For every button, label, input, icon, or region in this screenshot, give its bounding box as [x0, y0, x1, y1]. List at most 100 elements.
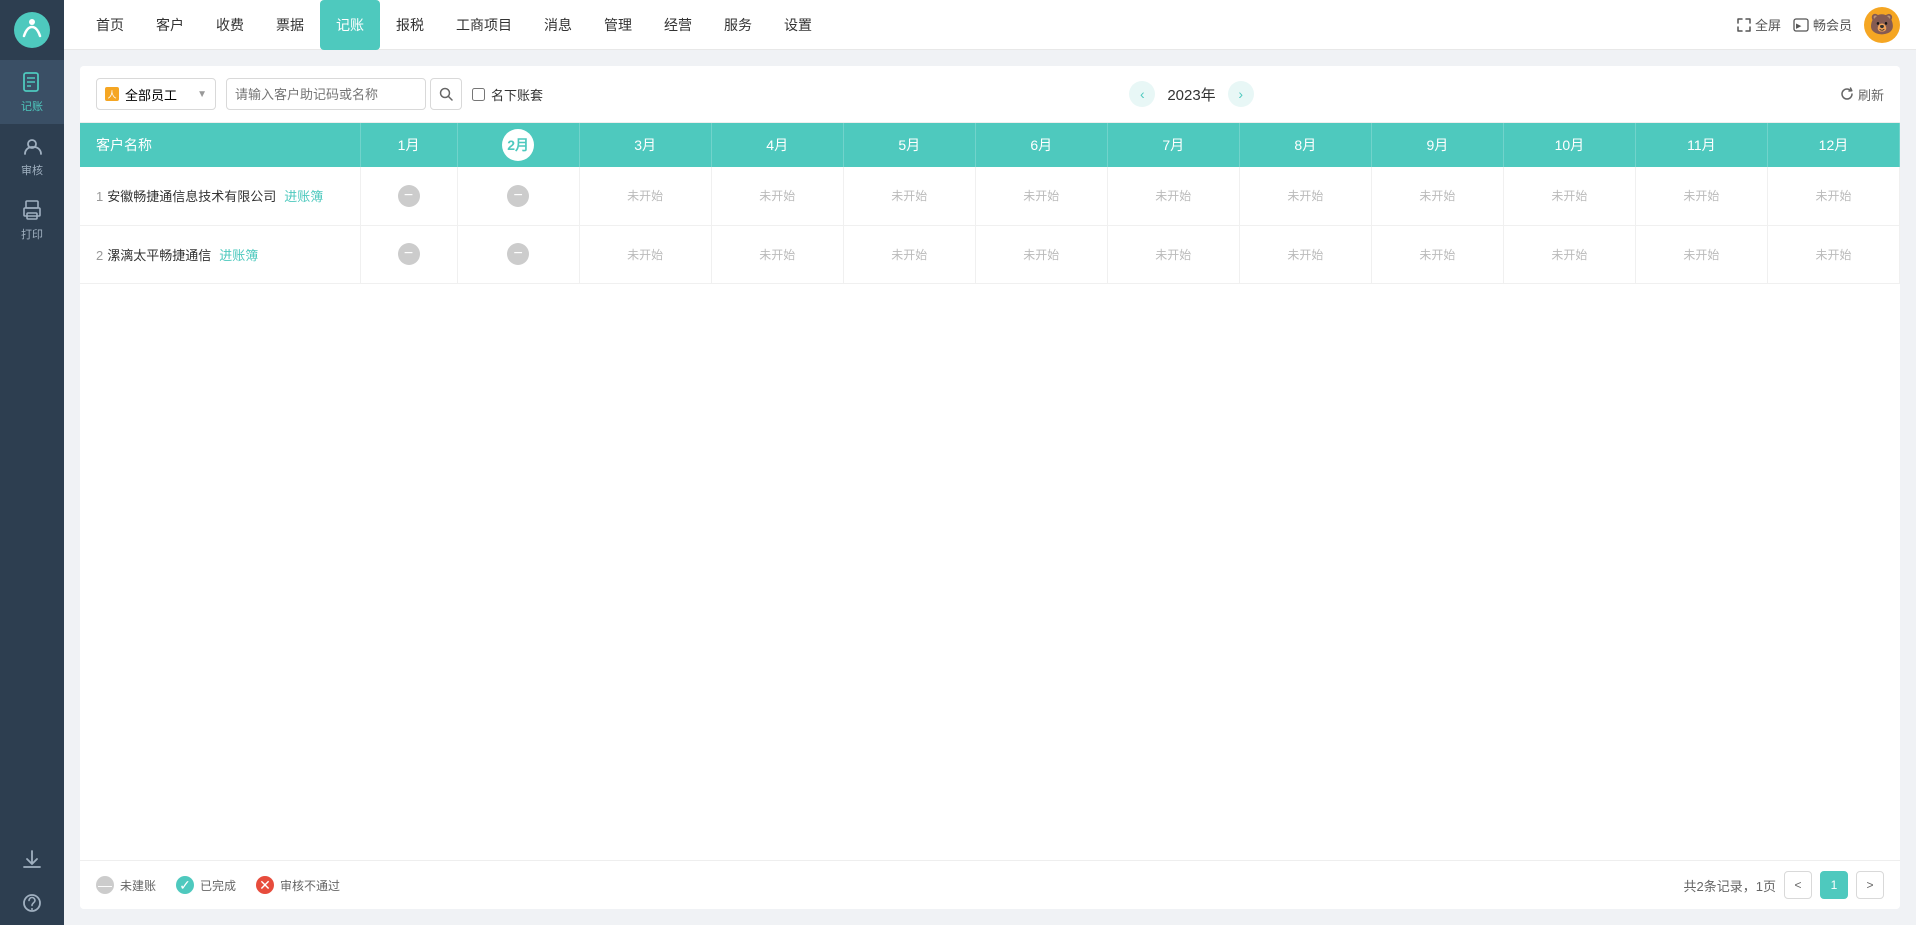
content-card: 人 全部员工 ▼ 名下账套 ‹ 202 [80, 66, 1900, 909]
status-not-started: 未开始 [627, 248, 663, 262]
sidebar: 记账 审核 打印 [0, 0, 64, 925]
month-cell-1[interactable]: − [360, 167, 457, 225]
month-cell-7: 未开始 [1107, 167, 1239, 225]
prev-page-button[interactable]: < [1784, 871, 1812, 899]
col-name: 客户名称 [80, 123, 360, 167]
col-m9: 9月 [1371, 123, 1503, 167]
row-index: 2 [96, 248, 103, 263]
employee-select[interactable]: 人 全部员工 ▼ [96, 78, 216, 110]
my-ledger-checkbox-label[interactable]: 名下账套 [472, 85, 543, 104]
month-cell-2[interactable]: − [457, 167, 579, 225]
table-header: 客户名称 1月 2月 3月 4月 5月 6月 7月 8月 9月 [80, 123, 1900, 167]
my-ledger-label: 名下账套 [491, 85, 543, 104]
vip-label: 畅会员 [1813, 15, 1852, 34]
status-not-started: 未开始 [1683, 248, 1719, 262]
my-ledger-checkbox[interactable] [472, 88, 485, 101]
status-not-started: 未开始 [1155, 248, 1191, 262]
enter-ledger-link[interactable]: 进账簿 [284, 189, 323, 204]
search-input[interactable] [226, 78, 426, 110]
status-not-started: 未开始 [1683, 189, 1719, 203]
sidebar-item-print-label: 打印 [21, 226, 43, 242]
month-cell-10: 未开始 [1503, 225, 1635, 283]
status-not-started: 未开始 [1287, 248, 1323, 262]
month-cell-8: 未开始 [1239, 167, 1371, 225]
col-m7: 7月 [1107, 123, 1239, 167]
svg-text:▶: ▶ [1796, 23, 1802, 30]
row-index: 1 [96, 189, 103, 204]
sidebar-item-help[interactable] [0, 881, 64, 925]
nav-biz[interactable]: 工商项目 [440, 0, 528, 50]
month-cell-4: 未开始 [711, 167, 843, 225]
col-m11: 11月 [1635, 123, 1767, 167]
legend-done-label: 已完成 [200, 877, 236, 894]
col-m1: 1月 [360, 123, 457, 167]
month-cell-2[interactable]: − [457, 225, 579, 283]
status-not-started: 未开始 [1023, 189, 1059, 203]
month-cell-9: 未开始 [1371, 167, 1503, 225]
bookkeep-icon [20, 70, 44, 94]
nav-invoice[interactable]: 票据 [260, 0, 320, 50]
sidebar-item-print[interactable]: 打印 [0, 188, 64, 252]
month-cell-12: 未开始 [1767, 167, 1899, 225]
legend-done-icon: ✓ [176, 876, 194, 894]
fullscreen-label: 全屏 [1755, 15, 1781, 34]
sidebar-item-download[interactable] [0, 837, 64, 881]
legend-rejected-icon: ✕ [256, 876, 274, 894]
legend-not-created-label: 未建账 [120, 877, 156, 894]
month-cell-9: 未开始 [1371, 225, 1503, 283]
nav-right: 全屏 ▶ 畅会员 🐻 [1737, 7, 1900, 43]
col-m10: 10月 [1503, 123, 1635, 167]
legend-not-created-icon: — [96, 876, 114, 894]
status-not-started: 未开始 [759, 189, 795, 203]
sidebar-item-bookkeep[interactable]: 记账 [0, 60, 64, 124]
search-button[interactable] [430, 78, 462, 110]
nav-bookkeep[interactable]: 记账 [320, 0, 380, 50]
status-dash-icon: − [398, 243, 420, 265]
table-row: 2漯漓太平畅捷通信进账簿−−未开始未开始未开始未开始未开始未开始未开始未开始未开… [80, 225, 1900, 283]
prev-year-button[interactable]: ‹ [1129, 81, 1155, 107]
col-m3: 3月 [579, 123, 711, 167]
legend-rejected: ✕ 审核不通过 [256, 876, 340, 894]
toolbar: 人 全部员工 ▼ 名下账套 ‹ 202 [80, 66, 1900, 123]
nav-ops[interactable]: 经营 [648, 0, 708, 50]
sidebar-item-audit[interactable]: 审核 [0, 124, 64, 188]
status-not-started: 未开始 [627, 189, 663, 203]
refresh-icon [1840, 87, 1854, 101]
nav-msg[interactable]: 消息 [528, 0, 588, 50]
employee-select-value: 全部员工 [125, 85, 177, 104]
status-not-started: 未开始 [1815, 189, 1851, 203]
pagination: 共2条记录，1页 < 1 > [1684, 871, 1884, 899]
next-year-button[interactable]: › [1228, 81, 1254, 107]
col-m4: 4月 [711, 123, 843, 167]
month-cell-3: 未开始 [579, 167, 711, 225]
nav-home[interactable]: 首页 [80, 0, 140, 50]
legend-done: ✓ 已完成 [176, 876, 236, 894]
current-page-button[interactable]: 1 [1820, 871, 1848, 899]
refresh-button[interactable]: 刷新 [1840, 85, 1884, 104]
nav-tax[interactable]: 报税 [380, 0, 440, 50]
enter-ledger-link[interactable]: 进账簿 [219, 248, 258, 263]
nav-manage[interactable]: 管理 [588, 0, 648, 50]
logo [0, 0, 64, 60]
next-page-button[interactable]: > [1856, 871, 1884, 899]
nav-client[interactable]: 客户 [140, 0, 200, 50]
client-name-cell: 1安徽畅捷通信息技术有限公司进账簿 [80, 167, 360, 225]
legend-not-created: — 未建账 [96, 876, 156, 894]
nav-settings[interactable]: 设置 [768, 0, 828, 50]
fullscreen-btn[interactable]: 全屏 [1737, 15, 1781, 34]
col-m8: 8月 [1239, 123, 1371, 167]
month-cell-10: 未开始 [1503, 167, 1635, 225]
status-not-started: 未开始 [1551, 248, 1587, 262]
status-not-started: 未开始 [1419, 189, 1455, 203]
year-display: 2023年 [1167, 84, 1215, 105]
nav-service[interactable]: 服务 [708, 0, 768, 50]
current-month-badge: 2月 [502, 129, 534, 161]
table-body: 1安徽畅捷通信息技术有限公司进账簿−−未开始未开始未开始未开始未开始未开始未开始… [80, 167, 1900, 283]
nav-fee[interactable]: 收费 [200, 0, 260, 50]
bookkeep-table: 客户名称 1月 2月 3月 4月 5月 6月 7月 8月 9月 [80, 123, 1900, 284]
month-cell-11: 未开始 [1635, 167, 1767, 225]
vip-btn[interactable]: ▶ 畅会员 [1793, 15, 1852, 34]
month-cell-1[interactable]: − [360, 225, 457, 283]
user-avatar[interactable]: 🐻 [1864, 7, 1900, 43]
col-m6: 6月 [975, 123, 1107, 167]
